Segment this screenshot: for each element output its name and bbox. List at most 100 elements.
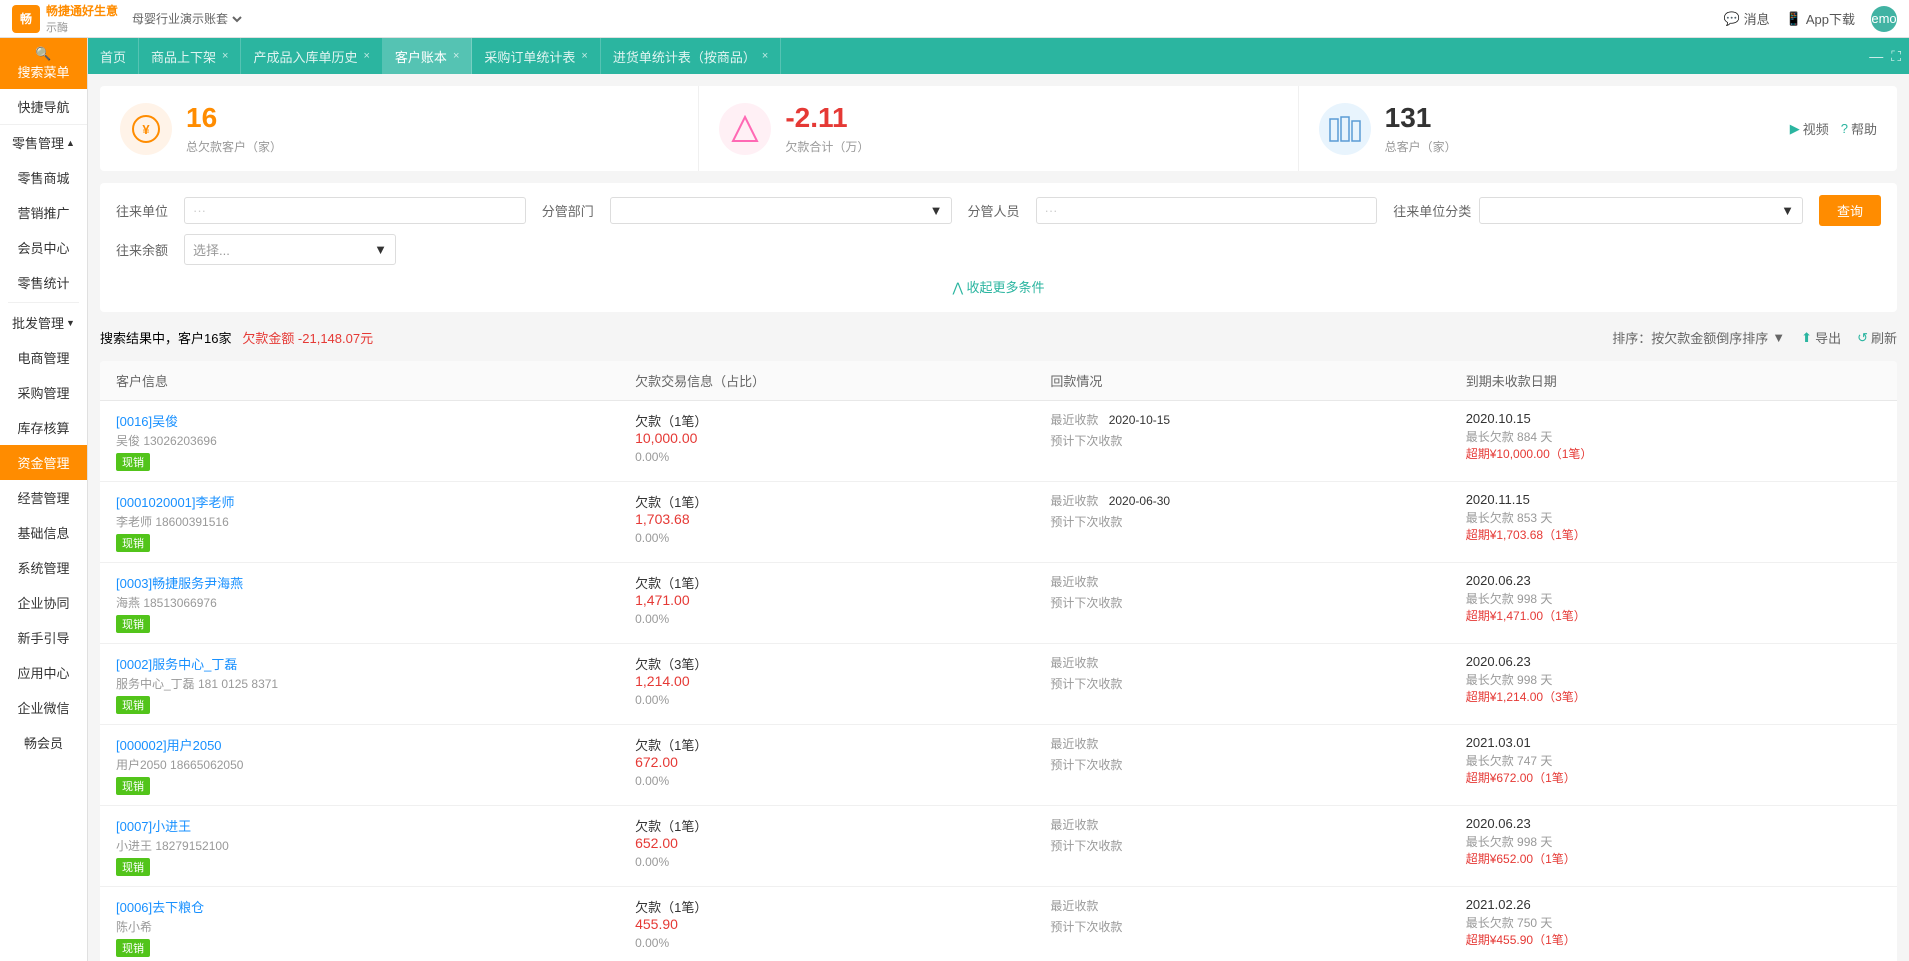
debt-amount[interactable]: 1,214.00 [635,673,1050,689]
view-video-btn[interactable]: ▶ 视频 [1790,119,1829,138]
sidebar-item-retail-mgmt[interactable]: 零售管理 ▲ [0,125,87,160]
filter-row-2: 往来余额 选择... ▼ [116,234,1881,265]
owing-amount-value: -2.11 [785,102,1277,134]
overdue-amount[interactable]: 超期¥1,214.00（3笔） [1466,688,1881,705]
header-collection: 回款情况 [1050,371,1465,390]
from-unit-input[interactable]: ··· [184,197,526,224]
tab-product-history[interactable]: 产成品入库单历史 × [241,38,382,74]
debt-amount[interactable]: 10,000.00 [635,430,1050,446]
message-btn[interactable]: 💬 消息 [1723,9,1769,28]
top-bar-left: 畅 畅捷通好生意 示酶 母婴行业演示账套 [12,2,245,35]
total-customers-icon [1319,103,1371,155]
debt-info-cell: 欠款（1笔） 10,000.00 0.00% [635,411,1050,464]
debt-info-cell: 欠款（3笔） 1,214.00 0.00% [635,654,1050,707]
sidebar-item-app-center[interactable]: 应用中心 [0,655,87,690]
collection-cell: 最近收款 2020-10-15 预计下次收款 [1050,411,1465,449]
maximize-btn[interactable]: ⛶ [1891,48,1901,65]
sidebar-item-batch-mgmt[interactable]: 批发管理 ▼ [0,305,87,340]
sidebar-item-enterprise[interactable]: 企业协同 [0,585,87,620]
collection-cell: 最近收款 预计下次收款 [1050,735,1465,773]
tab-close-import-stats[interactable]: × [762,50,768,62]
total-customers-value: 131 [1385,102,1776,134]
tab-close-purchase-stats[interactable]: × [581,50,587,62]
debt-percent: 0.00% [635,936,1050,950]
logo-text: 畅捷通好生意 示酶 [46,2,118,35]
tab-close-products-off[interactable]: × [222,50,228,62]
sidebar-item-quick-nav[interactable]: 快捷导航 [0,89,87,125]
chevron-down-icon-category: ▼ [1781,203,1794,218]
debt-amount[interactable]: 1,703.68 [635,511,1050,527]
debt-amount[interactable]: 672.00 [635,754,1050,770]
customer-name[interactable]: [0007]小进王 [116,816,635,835]
export-btn[interactable]: ⬆ 导出 [1801,328,1841,347]
debt-amount[interactable]: 455.90 [635,916,1050,932]
owing-customers-label: 总欠款客户（家） [186,138,678,155]
sidebar-item-ecommerce[interactable]: 电商管理 [0,340,87,375]
next-label: 预计下次收款 [1050,918,1465,935]
debt-amount[interactable]: 1,471.00 [635,592,1050,608]
sidebar-item-enterprise-wx[interactable]: 企业微信 [0,690,87,725]
customer-name[interactable]: [0016]吴俊 [116,411,635,430]
sidebar-item-operations[interactable]: 经营管理 [0,480,87,515]
unit-category-select[interactable]: ▼ [1479,197,1803,224]
sidebar-item-membership[interactable]: 会员中心 [0,230,87,265]
overdue-amount[interactable]: 超期¥10,000.00（1笔） [1466,445,1881,462]
sidebar-item-inventory[interactable]: 库存核算 [0,410,87,445]
tab-close-product-history[interactable]: × [363,50,369,62]
recent-label: 最近收款 [1050,818,1105,832]
recent-label: 最近收款 [1050,656,1105,670]
collapse-bar[interactable]: ⋀ 收起更多条件 [116,273,1881,300]
customer-sub: 海燕 18513066976 [116,594,635,611]
avatar[interactable]: demo2 [1871,6,1897,32]
recent-label: 最近收款 [1050,494,1105,508]
tab-home[interactable]: 首页 [88,38,139,74]
app-download-btn[interactable]: 📱 App下载 [1786,9,1855,28]
customer-name[interactable]: [0001020001]李老师 [116,492,635,511]
tab-close-customer-account[interactable]: × [453,50,459,62]
sidebar-search-btn[interactable]: 🔍 搜索菜单 [0,38,87,89]
store-select[interactable]: 母婴行业演示账套 [128,11,245,27]
tab-bar-actions: — ⛶ [1869,48,1901,65]
sidebar-item-basic-info[interactable]: 基础信息 [0,515,87,550]
refresh-btn[interactable]: ↺ 刷新 [1857,328,1897,347]
minimize-btn[interactable]: — [1869,48,1883,65]
sidebar-item-purchase[interactable]: 采购管理 [0,375,87,410]
sidebar-item-system[interactable]: 系统管理 [0,550,87,585]
customer-name[interactable]: [0003]畅捷服务尹海燕 [116,573,635,592]
sidebar-item-marketing[interactable]: 营销推广 [0,195,87,230]
customer-name[interactable]: [0002]服务中心_丁磊 [116,654,635,673]
sidebar-item-finance[interactable]: 资金管理 [0,445,87,480]
customer-name[interactable]: [0006]去下粮仓 [116,897,635,916]
person-input[interactable]: ··· [1036,197,1378,224]
tab-import-stats[interactable]: 进货单统计表（按商品） × [601,38,781,74]
debt-percent: 0.00% [635,531,1050,545]
filter-from-unit: 往来单位 ··· [116,197,526,224]
overdue-amount[interactable]: 超期¥1,471.00（1笔） [1466,607,1881,624]
sidebar-item-retail-store[interactable]: 零售商城 [0,160,87,195]
sidebar-item-new-guide[interactable]: 新手引导 [0,620,87,655]
customer-sub: 吴俊 13026203696 [116,432,635,449]
overdue-amount[interactable]: 超期¥1,703.68（1笔） [1466,526,1881,543]
due-date: 2020.10.15 [1466,411,1881,426]
overdue-amount[interactable]: 超期¥672.00（1笔） [1466,769,1881,786]
remaining-select[interactable]: 选择... ▼ [184,234,396,265]
search-btn[interactable]: 查询 [1819,195,1881,226]
filter-person: 分管人员 ··· [968,197,1378,224]
overdue-amount[interactable]: 超期¥455.90（1笔） [1466,931,1881,948]
tab-products-off[interactable]: 商品上下架 × [139,38,241,74]
dept-select[interactable]: ▼ [610,197,952,224]
filter-unit-category: 往来单位分类 ▼ [1393,197,1803,224]
unit-category-label: 往来单位分类 [1393,201,1471,220]
overdue-amount[interactable]: 超期¥652.00（1笔） [1466,850,1881,867]
collection-cell: 最近收款 预计下次收款 [1050,897,1465,935]
tab-customer-account[interactable]: 客户账本 × [383,38,472,74]
debt-percent: 0.00% [635,612,1050,626]
debt-amount[interactable]: 652.00 [635,835,1050,851]
sort-btn[interactable]: 排序：按欠款金额倒序排序 ▼ [1612,328,1785,347]
sidebar-item-vip[interactable]: 畅会员 [0,725,87,760]
tab-purchase-stats[interactable]: 采购订单统计表 × [472,38,600,74]
customer-name[interactable]: [000002]用户2050 [116,735,635,754]
from-unit-label: 往来单位 [116,201,176,220]
help-btn[interactable]: ? 帮助 [1841,119,1877,138]
sidebar-item-retail-stats[interactable]: 零售统计 [0,265,87,300]
